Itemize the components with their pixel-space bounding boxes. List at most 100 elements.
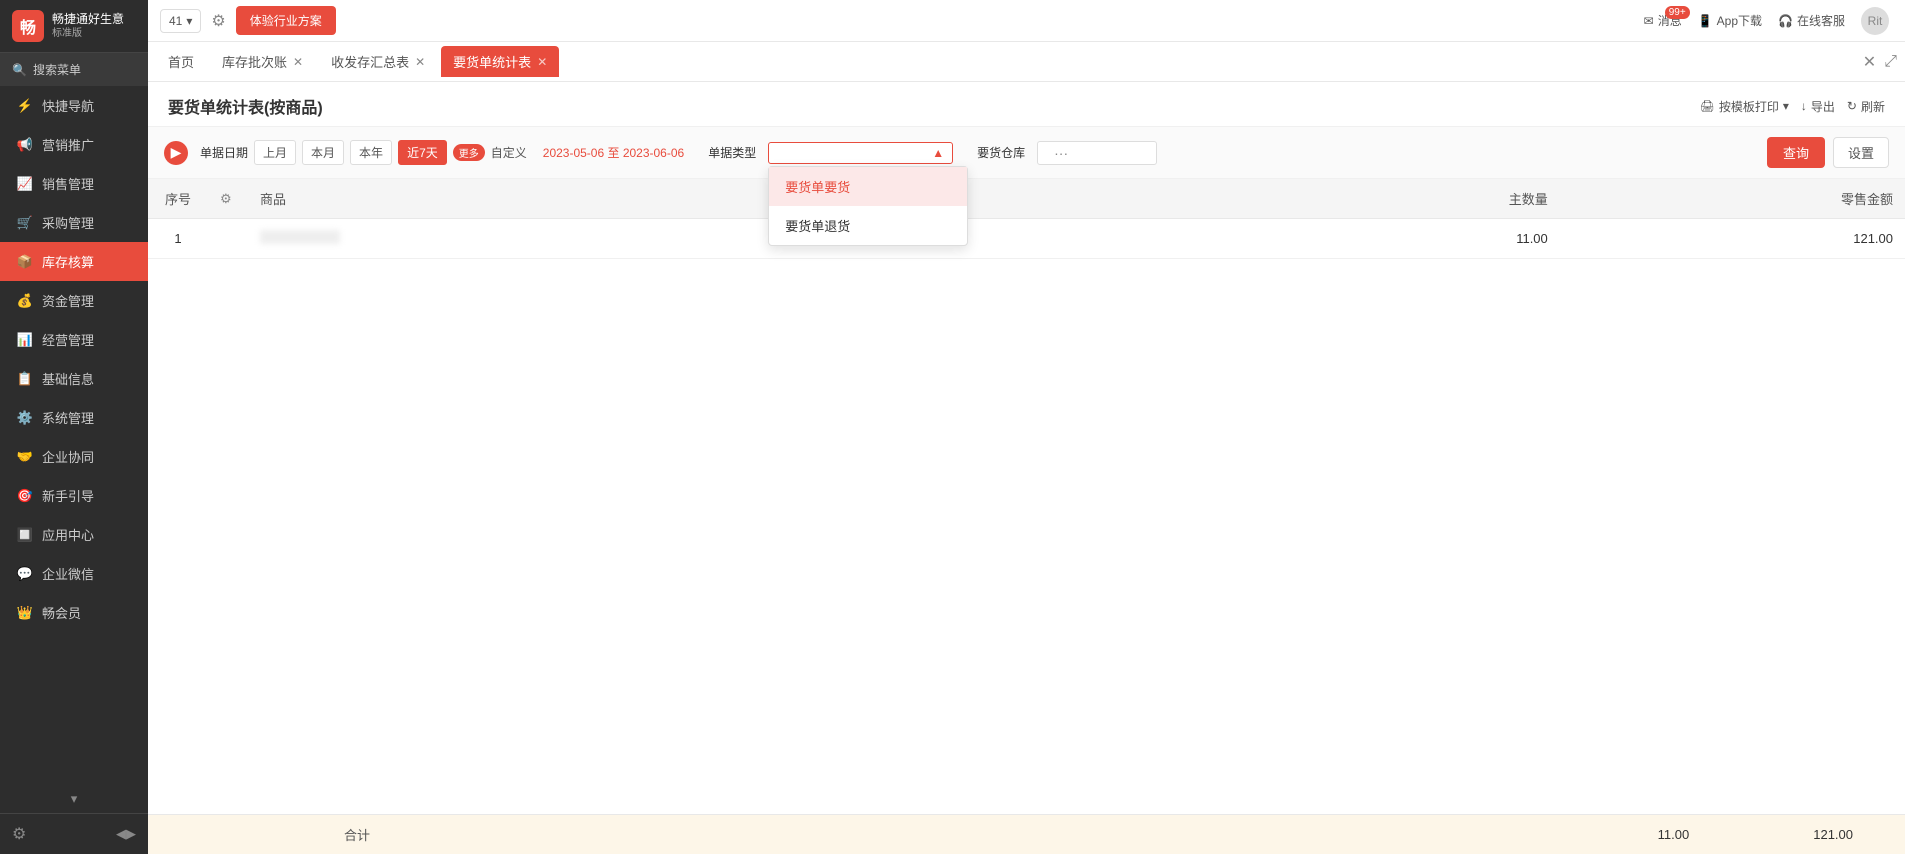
service-icon: 🎧 — [1778, 14, 1793, 28]
nav-icon-member: 👑 — [16, 604, 34, 622]
user-avatar[interactable]: Rit — [1861, 7, 1889, 35]
topbar-left: 41 ▾ ⚙ 体验行业方案 — [148, 6, 336, 35]
app-title: 畅捷通好生意 标准版 — [52, 12, 124, 41]
sidebar-item-marketing[interactable]: 📢营销推广 — [0, 125, 148, 164]
sidebar-item-purchase[interactable]: 🛒采购管理 — [0, 203, 148, 242]
tab-close-receive-summary[interactable]: ✕ — [415, 55, 425, 69]
nav-icon-appstore: 🔲 — [16, 526, 34, 544]
date-more-badge[interactable]: 更多 — [453, 144, 485, 161]
dropdown-item-return-order[interactable]: 要货单退货 — [769, 206, 967, 245]
content-area: 要货单统计表(按商品) 🖨 按模板打印 ▾ ↓ 导出 ↻ 刷新 — [148, 82, 1905, 854]
query-button[interactable]: 查询 — [1767, 137, 1825, 168]
sidebar-search[interactable]: 🔍 搜索菜单 — [0, 53, 148, 86]
page-header: 要货单统计表(按商品) 🖨 按模板打印 ▾ ↓ 导出 ↻ 刷新 — [148, 82, 1905, 127]
sidebar-item-quick-nav[interactable]: ⚡快捷导航 — [0, 86, 148, 125]
tab-receive-summary[interactable]: 收发存汇总表✕ — [319, 46, 437, 77]
export-icon: ↓ — [1801, 99, 1807, 113]
dropdown-item-requisition-order[interactable]: 要货单要货 — [769, 167, 967, 206]
type-select[interactable]: ▲ — [768, 142, 953, 164]
expand-icon[interactable]: ⤢ — [1884, 53, 1897, 71]
refresh-button[interactable]: ↻ 刷新 — [1847, 98, 1885, 115]
warehouse-filter-label: 要货仓库 — [977, 144, 1025, 161]
nav-icon-wechat: 💬 — [16, 565, 34, 583]
sidebar-item-system[interactable]: ⚙️系统管理 — [0, 398, 148, 437]
sidebar-item-inventory[interactable]: 📦库存核算 — [0, 242, 148, 281]
print-icon: 🖨 — [1700, 99, 1715, 113]
chevron-down-icon: ▾ — [186, 14, 192, 28]
warehouse-select[interactable]: ··· — [1037, 141, 1157, 165]
footer-total-qty: 11.00 — [1658, 827, 1690, 842]
cell-empty — [208, 219, 248, 259]
nav-icon-inventory: 📦 — [16, 253, 34, 271]
company-selector[interactable]: 41 ▾ — [160, 9, 201, 33]
type-chevron-icon[interactable]: ▲ — [932, 146, 944, 160]
nav-icon-sales: 📈 — [16, 175, 34, 193]
date-this-year-button[interactable]: 本年 — [350, 140, 392, 165]
app-download-icon: 📱 — [1698, 14, 1713, 28]
page-title: 要货单统计表(按商品) — [168, 94, 323, 118]
topbar-gear-icon[interactable]: ⚙ — [211, 11, 225, 31]
app-logo: 畅 — [12, 10, 44, 42]
online-service-button[interactable]: 🎧 在线客服 — [1778, 12, 1845, 29]
date-this-month-button[interactable]: 本月 — [302, 140, 344, 165]
nav-icon-guide: 🎯 — [16, 487, 34, 505]
table-row: 1 块 11.00 121.00 — [148, 219, 1905, 259]
settings-button[interactable]: 设置 — [1833, 137, 1889, 168]
export-button[interactable]: ↓ 导出 — [1801, 98, 1835, 115]
tab-close-requisition-stats[interactable]: ✕ — [537, 55, 547, 69]
print-template-button[interactable]: 🖨 按模板打印 ▾ — [1700, 98, 1789, 115]
collapse-toggle-icon[interactable]: ◀▶ — [116, 826, 136, 842]
sidebar-item-collab[interactable]: 🤝企业协同 — [0, 437, 148, 476]
sidebar-item-member[interactable]: 👑畅会员 — [0, 593, 148, 632]
sidebar-item-operation[interactable]: 📊经营管理 — [0, 320, 148, 359]
topbar-right: ✉ 消息 99+ 📱 App下载 🎧 在线客服 Rit — [1644, 7, 1889, 35]
table-footer: 合计 11.00 121.00 — [148, 814, 1905, 854]
sidebar-scroll-down[interactable]: ▾ — [0, 785, 148, 813]
date-custom-button[interactable]: 自定义 — [491, 144, 527, 161]
industry-solution-button[interactable]: 体验行业方案 — [236, 6, 336, 35]
nav-icon-marketing: 📢 — [16, 136, 34, 154]
tab-home[interactable]: 首页 — [156, 46, 206, 77]
sidebar: 畅 畅捷通好生意 标准版 🔍 搜索菜单 ⚡快捷导航📢营销推广📈销售管理🛒采购管理… — [0, 0, 148, 854]
page-header-actions: 🖨 按模板打印 ▾ ↓ 导出 ↻ 刷新 — [1700, 98, 1885, 115]
sidebar-item-sales[interactable]: 📈销售管理 — [0, 164, 148, 203]
filter-toggle-button[interactable]: ▶ — [164, 141, 188, 165]
tab-close-inventory-batch[interactable]: ✕ — [293, 55, 303, 69]
sidebar-footer: ⚙ ◀▶ — [0, 813, 148, 854]
warehouse-dots-icon[interactable]: ··· — [1054, 145, 1068, 161]
nav-icon-collab: 🤝 — [16, 448, 34, 466]
sidebar-item-guide[interactable]: 🎯新手引导 — [0, 476, 148, 515]
refresh-icon: ↻ — [1847, 99, 1857, 113]
type-filter-wrapper: ▲ 要货单要货 要货单退货 — [768, 142, 953, 164]
nav-icon-quick-nav: ⚡ — [16, 97, 34, 115]
type-select-input[interactable] — [777, 146, 932, 160]
messages-icon: ✉ — [1644, 14, 1654, 28]
footer-total-amount: 121.00 — [1813, 827, 1853, 842]
sidebar-item-wechat[interactable]: 💬企业微信 — [0, 554, 148, 593]
sidebar-nav: ⚡快捷导航📢营销推广📈销售管理🛒采购管理📦库存核算💰资金管理📊经营管理📋基础信息… — [0, 86, 148, 785]
settings-icon[interactable]: ⚙ — [12, 824, 26, 844]
nav-icon-purchase: 🛒 — [16, 214, 34, 232]
table-settings-icon[interactable]: ⚙ — [220, 191, 232, 206]
messages-badge: 99+ — [1665, 6, 1690, 19]
nav-icon-system: ⚙️ — [16, 409, 34, 427]
main-area: 41 ▾ ⚙ 体验行业方案 ✉ 消息 99+ 📱 App下载 🎧 在线客服 Ri… — [148, 0, 1905, 854]
cell-amount: 121.00 — [1560, 219, 1905, 259]
col-header-settings[interactable]: ⚙ — [208, 179, 248, 219]
sidebar-header: 畅 畅捷通好生意 标准版 — [0, 0, 148, 53]
goods-name-blurred — [260, 230, 340, 244]
app-download-button[interactable]: 📱 App下载 — [1698, 12, 1762, 29]
sidebar-item-basic[interactable]: 📋基础信息 — [0, 359, 148, 398]
sidebar-item-appstore[interactable]: 🔲应用中心 — [0, 515, 148, 554]
date-last7-button[interactable]: 近7天 — [398, 140, 447, 165]
type-filter-label: 单据类型 — [708, 144, 756, 161]
tab-inventory-batch[interactable]: 库存批次账✕ — [210, 46, 315, 77]
sidebar-item-finance[interactable]: 💰资金管理 — [0, 281, 148, 320]
date-prev-month-button[interactable]: 上月 — [254, 140, 296, 165]
tabs-bar: 首页库存批次账✕收发存汇总表✕要货单统计表✕ ✕ ⤢ — [148, 42, 1905, 82]
tab-requisition-stats[interactable]: 要货单统计表✕ — [441, 46, 559, 77]
messages-button[interactable]: ✉ 消息 99+ — [1644, 12, 1682, 29]
close-all-icon[interactable]: ✕ — [1863, 52, 1876, 72]
type-dropdown: 要货单要货 要货单退货 — [768, 166, 968, 246]
nav-icon-basic: 📋 — [16, 370, 34, 388]
